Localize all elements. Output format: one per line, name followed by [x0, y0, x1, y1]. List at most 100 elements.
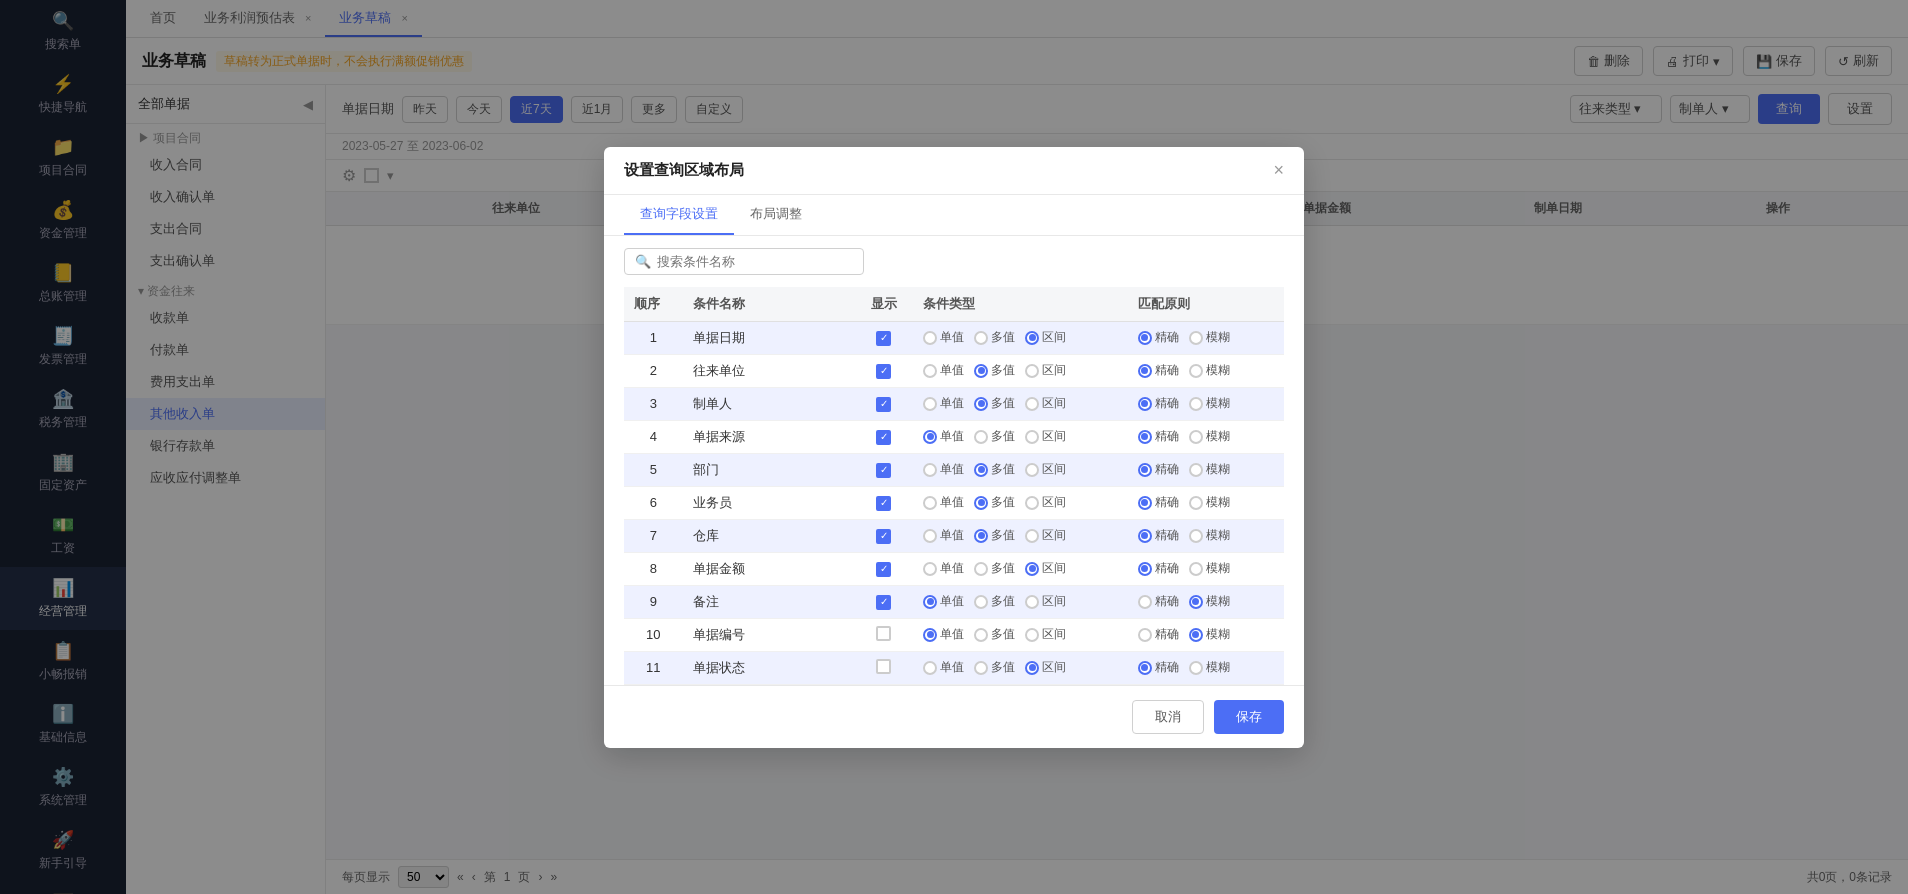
- radio-range[interactable]: 区间: [1025, 527, 1066, 544]
- row-show[interactable]: [854, 354, 913, 387]
- radio-fuzzy[interactable]: 模糊: [1189, 329, 1230, 346]
- row-order: 1: [624, 321, 683, 354]
- radio-label-range: 区间: [1042, 494, 1066, 511]
- radio-circle-range: [1025, 364, 1039, 378]
- checkbox-checked[interactable]: [876, 430, 891, 445]
- radio-fuzzy[interactable]: 模糊: [1189, 527, 1230, 544]
- radio-exact[interactable]: 精确: [1138, 527, 1179, 544]
- checkbox-checked[interactable]: [876, 496, 891, 511]
- radio-fuzzy[interactable]: 模糊: [1189, 593, 1230, 610]
- row-show[interactable]: [854, 519, 913, 552]
- checkbox-checked[interactable]: [876, 331, 891, 346]
- radio-single[interactable]: 单值: [923, 395, 964, 412]
- row-show[interactable]: [854, 387, 913, 420]
- radio-single[interactable]: 单值: [923, 593, 964, 610]
- radio-multi[interactable]: 多值: [974, 362, 1015, 379]
- radio-range[interactable]: 区间: [1025, 659, 1066, 676]
- radio-multi[interactable]: 多值: [974, 626, 1015, 643]
- radio-range[interactable]: 区间: [1025, 560, 1066, 577]
- radio-exact[interactable]: 精确: [1138, 626, 1179, 643]
- radio-multi[interactable]: 多值: [974, 527, 1015, 544]
- radio-fuzzy[interactable]: 模糊: [1189, 428, 1230, 445]
- row-match-rule: 精确 模糊: [1128, 486, 1284, 519]
- radio-circle-single: [923, 331, 937, 345]
- row-show[interactable]: [854, 321, 913, 354]
- radio-fuzzy[interactable]: 模糊: [1189, 494, 1230, 511]
- row-show[interactable]: [854, 486, 913, 519]
- radio-exact[interactable]: 精确: [1138, 395, 1179, 412]
- row-show[interactable]: [854, 651, 913, 684]
- radio-circle-range: [1025, 331, 1039, 345]
- radio-circle-fuzzy: [1189, 595, 1203, 609]
- radio-fuzzy[interactable]: 模糊: [1189, 461, 1230, 478]
- radio-multi[interactable]: 多值: [974, 659, 1015, 676]
- radio-label-fuzzy: 模糊: [1206, 461, 1230, 478]
- radio-label-multi: 多值: [991, 527, 1015, 544]
- radio-exact[interactable]: 精确: [1138, 428, 1179, 445]
- modal-save-button[interactable]: 保存: [1214, 700, 1284, 734]
- radio-exact[interactable]: 精确: [1138, 593, 1179, 610]
- radio-range[interactable]: 区间: [1025, 626, 1066, 643]
- checkbox-checked[interactable]: [876, 529, 891, 544]
- row-match-rule: 精确 模糊: [1128, 651, 1284, 684]
- radio-fuzzy[interactable]: 模糊: [1189, 659, 1230, 676]
- row-show[interactable]: [854, 585, 913, 618]
- radio-exact[interactable]: 精确: [1138, 560, 1179, 577]
- row-show[interactable]: [854, 420, 913, 453]
- radio-multi[interactable]: 多值: [974, 494, 1015, 511]
- radio-single[interactable]: 单值: [923, 659, 964, 676]
- th-condition-name: 条件名称: [683, 287, 855, 322]
- radio-single[interactable]: 单值: [923, 428, 964, 445]
- radio-multi[interactable]: 多值: [974, 428, 1015, 445]
- radio-circle-fuzzy: [1189, 364, 1203, 378]
- checkbox-checked[interactable]: [876, 364, 891, 379]
- modal-tab-layout[interactable]: 布局调整: [734, 195, 818, 235]
- radio-range[interactable]: 区间: [1025, 461, 1066, 478]
- radio-fuzzy[interactable]: 模糊: [1189, 560, 1230, 577]
- checkbox-checked[interactable]: [876, 595, 891, 610]
- radio-fuzzy[interactable]: 模糊: [1189, 626, 1230, 643]
- match-radio-group: 精确 模糊: [1138, 461, 1274, 478]
- radio-circle-exact: [1138, 529, 1152, 543]
- radio-multi[interactable]: 多值: [974, 593, 1015, 610]
- radio-single[interactable]: 单值: [923, 626, 964, 643]
- checkbox-checked[interactable]: [876, 397, 891, 412]
- checkbox-empty[interactable]: [876, 659, 891, 674]
- radio-range[interactable]: 区间: [1025, 362, 1066, 379]
- checkbox-checked[interactable]: [876, 463, 891, 478]
- radio-multi[interactable]: 多值: [974, 461, 1015, 478]
- radio-range[interactable]: 区间: [1025, 329, 1066, 346]
- radio-range[interactable]: 区间: [1025, 593, 1066, 610]
- radio-fuzzy[interactable]: 模糊: [1189, 362, 1230, 379]
- radio-fuzzy[interactable]: 模糊: [1189, 395, 1230, 412]
- radio-multi[interactable]: 多值: [974, 560, 1015, 577]
- row-show[interactable]: [854, 453, 913, 486]
- radio-single[interactable]: 单值: [923, 362, 964, 379]
- radio-single[interactable]: 单值: [923, 329, 964, 346]
- radio-multi[interactable]: 多值: [974, 329, 1015, 346]
- radio-exact[interactable]: 精确: [1138, 362, 1179, 379]
- radio-single[interactable]: 单值: [923, 527, 964, 544]
- radio-multi[interactable]: 多值: [974, 395, 1015, 412]
- cancel-button[interactable]: 取消: [1132, 700, 1204, 734]
- radio-single[interactable]: 单值: [923, 494, 964, 511]
- radio-single[interactable]: 单值: [923, 560, 964, 577]
- radio-range[interactable]: 区间: [1025, 395, 1066, 412]
- type-radio-group: 单值 多值 区间: [923, 659, 1118, 676]
- radio-range[interactable]: 区间: [1025, 428, 1066, 445]
- modal-tab-field-settings[interactable]: 查询字段设置: [624, 195, 734, 235]
- radio-circle-fuzzy: [1189, 463, 1203, 477]
- checkbox-empty[interactable]: [876, 626, 891, 641]
- radio-exact[interactable]: 精确: [1138, 329, 1179, 346]
- checkbox-checked[interactable]: [876, 562, 891, 577]
- radio-single[interactable]: 单值: [923, 461, 964, 478]
- modal-close-button[interactable]: ×: [1273, 161, 1284, 179]
- row-show[interactable]: [854, 552, 913, 585]
- radio-range[interactable]: 区间: [1025, 494, 1066, 511]
- modal-search-input[interactable]: [657, 254, 853, 269]
- radio-exact[interactable]: 精确: [1138, 461, 1179, 478]
- radio-exact[interactable]: 精确: [1138, 659, 1179, 676]
- radio-circle-fuzzy: [1189, 496, 1203, 510]
- row-show[interactable]: [854, 618, 913, 651]
- radio-exact[interactable]: 精确: [1138, 494, 1179, 511]
